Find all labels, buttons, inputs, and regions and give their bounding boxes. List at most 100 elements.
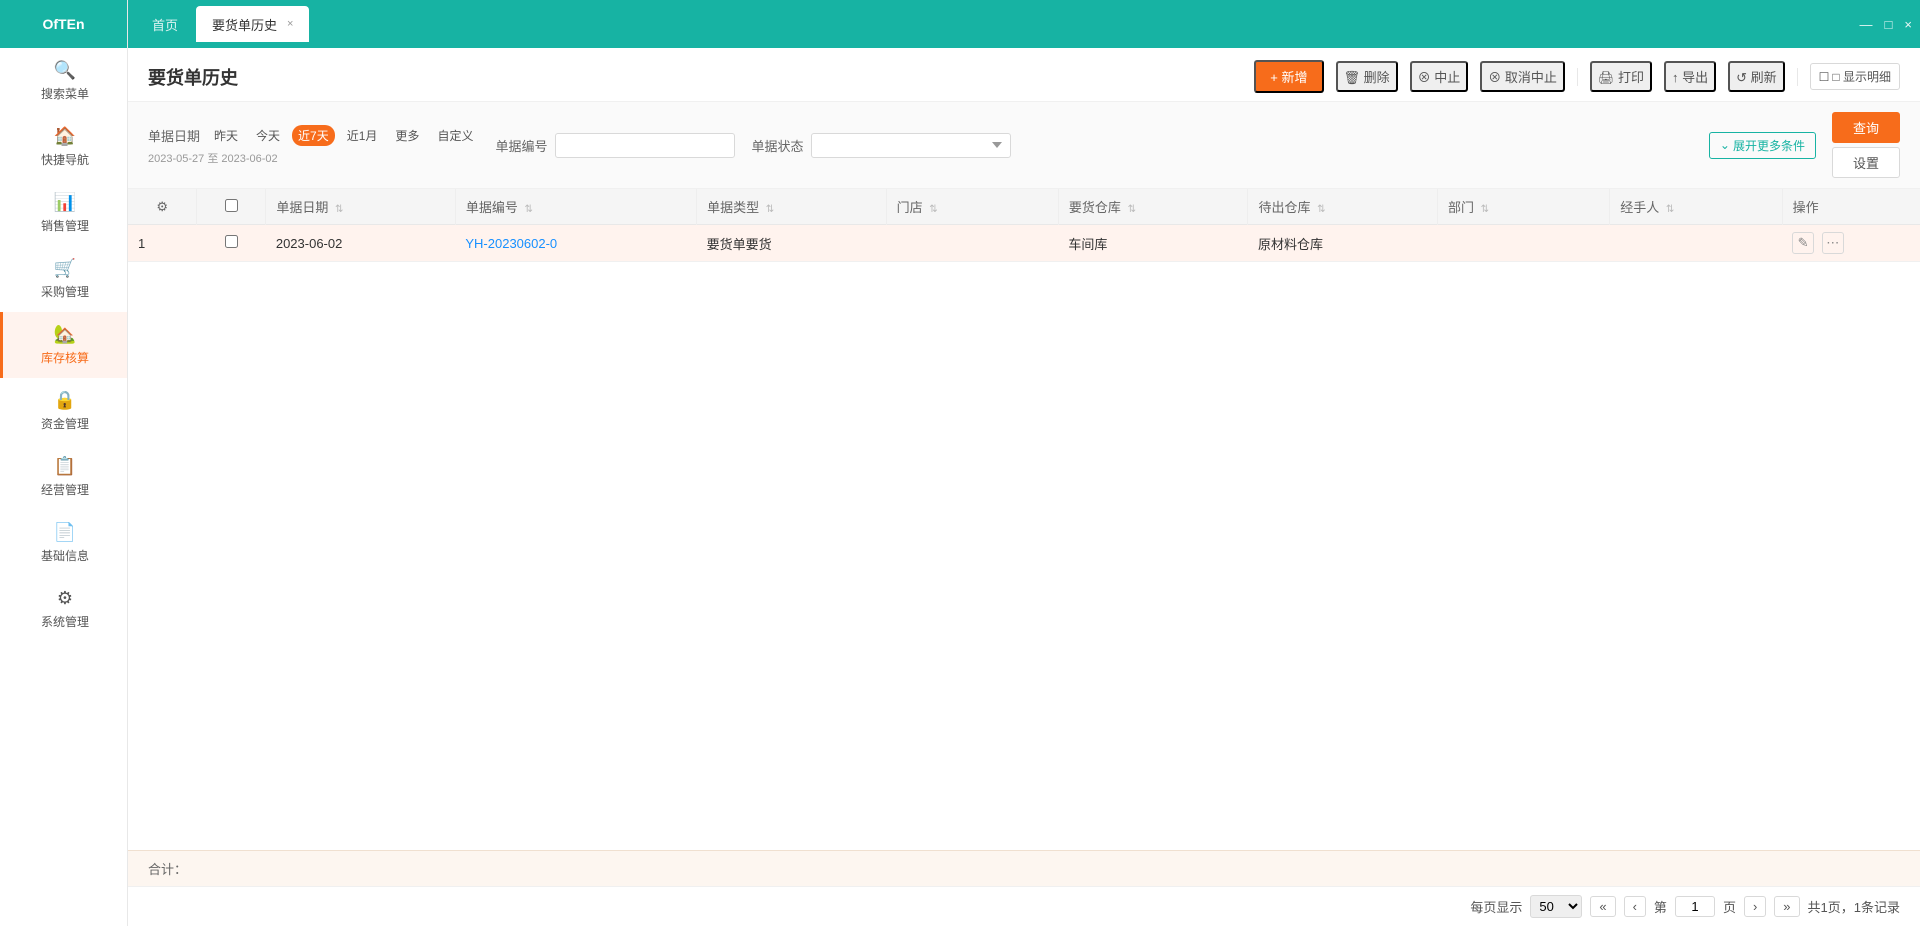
table-container: ⚙ 单据日期 ⇅ 单据编号 ⇅ 单据类型 — [128, 189, 1920, 850]
basic-info-icon: 📄 — [54, 522, 76, 543]
new-button[interactable]: + 新增 — [1254, 60, 1323, 93]
stop-button[interactable]: ⊗ 中止 — [1410, 61, 1469, 92]
maximize-button[interactable]: □ — [1885, 17, 1893, 32]
status-label: 单据状态 — [751, 136, 803, 155]
sidebar-item-system[interactable]: ⚙ 系统管理 — [0, 576, 127, 642]
date-shortcut-custom[interactable]: 自定义 — [431, 125, 479, 146]
sidebar-item-sales-label: 销售管理 — [41, 217, 89, 234]
sidebar-item-finance[interactable]: 🔒 资金管理 — [0, 378, 127, 444]
status-select[interactable] — [811, 133, 1011, 158]
cell-shop — [886, 225, 1058, 262]
sidebar-item-sales[interactable]: 📊 销售管理 — [0, 180, 127, 246]
doc-no-input[interactable] — [555, 133, 735, 158]
date-filter-label: 单据日期 — [148, 126, 200, 145]
doc-no-link[interactable]: YH-20230602-0 — [465, 236, 557, 251]
th-shop[interactable]: 门店 ⇅ — [886, 189, 1058, 225]
date-filter-row: 单据日期 昨天 今天 近7天 近1月 更多 自定义 — [148, 125, 479, 146]
cell-handler — [1610, 225, 1782, 262]
tab-home-label: 首页 — [152, 15, 178, 34]
export-button[interactable]: ↑ 导出 — [1664, 61, 1716, 92]
sort-dept-icon: ⇅ — [1481, 204, 1489, 215]
refresh-button[interactable]: ↺ 刷新 — [1728, 61, 1785, 92]
cancel-stop-button[interactable]: ⊗ 取消中止 — [1480, 61, 1565, 92]
page-number-input[interactable] — [1675, 896, 1715, 917]
filter-row: 单据日期 昨天 今天 近7天 近1月 更多 自定义 2023-05-27 至 2… — [148, 112, 1900, 178]
date-shortcut-today[interactable]: 今天 — [250, 125, 286, 146]
cell-dept — [1437, 225, 1609, 262]
th-handler[interactable]: 经手人 ⇅ — [1610, 189, 1782, 225]
sidebar-item-operation[interactable]: 📋 经营管理 — [0, 444, 127, 510]
cell-date: 2023-06-02 — [266, 225, 456, 262]
row-edit-icon[interactable]: ✎ — [1792, 232, 1814, 254]
th-type[interactable]: 单据类型 ⇅ — [697, 189, 887, 225]
quick-nav-icon: 🏠 — [54, 126, 76, 147]
minimize-button[interactable]: — — [1860, 17, 1873, 32]
sidebar-item-inventory-label: 库存核算 — [41, 349, 89, 366]
date-shortcut-yesterday[interactable]: 昨天 — [208, 125, 244, 146]
th-warehouse[interactable]: 要货仓库 ⇅ — [1058, 189, 1248, 225]
row-more-icon[interactable]: ⋯ — [1822, 232, 1844, 254]
date-shortcut-more[interactable]: 更多 — [389, 125, 425, 146]
th-date-label: 单据日期 — [276, 200, 328, 215]
expand-more-button[interactable]: ⌄ 展开更多条件 — [1709, 132, 1816, 159]
sidebar-item-search-menu-label: 搜索菜单 — [41, 85, 89, 102]
th-shop-label: 门店 — [897, 200, 923, 215]
filter-settings-button[interactable]: 设置 — [1832, 147, 1900, 178]
sidebar-item-quick-nav-label: 快捷导航 — [41, 151, 89, 168]
th-no[interactable]: 单据编号 ⇅ — [455, 189, 696, 225]
th-dept[interactable]: 部门 ⇅ — [1437, 189, 1609, 225]
close-window-button[interactable]: × — [1904, 17, 1912, 32]
tab-requisition-history[interactable]: 要货单历史 × — [196, 6, 309, 42]
finance-icon: 🔒 — [54, 390, 76, 411]
select-all-checkbox[interactable] — [225, 199, 238, 212]
page-label: 第 — [1654, 897, 1667, 916]
display-detail-checkbox-icon: ☐ — [1819, 70, 1830, 84]
sidebar-item-inventory[interactable]: 🏡 库存核算 — [0, 312, 127, 378]
delete-button[interactable]: 🗑 删除 — [1336, 61, 1398, 92]
per-page-select[interactable]: 20 50 100 200 — [1530, 895, 1582, 918]
th-date[interactable]: 单据日期 ⇅ — [266, 189, 456, 225]
doc-no-filter-group: 单据编号 — [495, 133, 735, 158]
prev-page-button[interactable]: ‹ — [1624, 896, 1646, 917]
next-page-button[interactable]: › — [1744, 896, 1766, 917]
sidebar-item-operation-label: 经营管理 — [41, 481, 89, 498]
th-ops-label: 操作 — [1793, 200, 1819, 215]
date-shortcut-7days[interactable]: 近7天 — [292, 125, 335, 146]
table-row[interactable]: 1 2023-06-02 YH-20230602-0 要货单要货 车间库 原材料… — [128, 225, 1920, 262]
toolbar-divider-2 — [1797, 68, 1798, 86]
th-pending-warehouse[interactable]: 待出仓库 ⇅ — [1248, 189, 1438, 225]
sidebar-item-quick-nav[interactable]: 🏠 快捷导航 — [0, 114, 127, 180]
th-settings[interactable]: ⚙ — [128, 189, 197, 225]
last-page-button[interactable]: » — [1774, 896, 1799, 917]
purchase-icon: 🛒 — [54, 258, 76, 279]
cell-pending-warehouse: 原材料仓库 — [1248, 225, 1438, 262]
summary-label: 合计： — [148, 862, 187, 877]
system-icon: ⚙ — [57, 588, 73, 609]
print-button[interactable]: 🖨 打印 — [1590, 61, 1652, 92]
date-shortcut-1month[interactable]: 近1月 — [341, 125, 384, 146]
first-page-button[interactable]: « — [1590, 896, 1615, 917]
th-type-label: 单据类型 — [707, 200, 759, 215]
cell-checkbox[interactable] — [197, 225, 266, 262]
content: 要货单历史 + 新增 🗑 删除 ⊗ 中止 ⊗ 取消中止 🖨 打印 ↑ 导出 ↺ … — [128, 48, 1920, 926]
display-detail-button[interactable]: ☐ □ 显示明细 — [1810, 63, 1900, 90]
tab-requisition-history-label: 要货单历史 — [212, 15, 277, 34]
sidebar-item-purchase-label: 采购管理 — [41, 283, 89, 300]
th-checkbox[interactable] — [197, 189, 266, 225]
table-footer: 合计： — [128, 850, 1920, 886]
sort-pending-icon: ⇅ — [1317, 204, 1325, 215]
sort-warehouse-icon: ⇅ — [1128, 204, 1136, 215]
sidebar-item-basic-info[interactable]: 📄 基础信息 — [0, 510, 127, 576]
main-area: 首页 要货单历史 × — □ × 要货单历史 + 新增 🗑 删除 ⊗ 中止 ⊗ … — [128, 0, 1920, 926]
sort-type-icon: ⇅ — [766, 204, 774, 215]
page-suffix: 页 — [1723, 897, 1736, 916]
page-header: 要货单历史 + 新增 🗑 删除 ⊗ 中止 ⊗ 取消中止 🖨 打印 ↑ 导出 ↺ … — [128, 48, 1920, 102]
tab-close-icon[interactable]: × — [287, 18, 293, 30]
date-range-text: 2023-05-27 至 2023-06-02 — [148, 150, 479, 166]
sidebar-item-purchase[interactable]: 🛒 采购管理 — [0, 246, 127, 312]
row-checkbox[interactable] — [225, 235, 238, 248]
tab-home[interactable]: 首页 — [136, 6, 194, 42]
sidebar-item-basic-info-label: 基础信息 — [41, 547, 89, 564]
sidebar-item-search-menu[interactable]: 🔍 搜索菜单 — [0, 48, 127, 114]
query-button[interactable]: 查询 — [1832, 112, 1900, 143]
